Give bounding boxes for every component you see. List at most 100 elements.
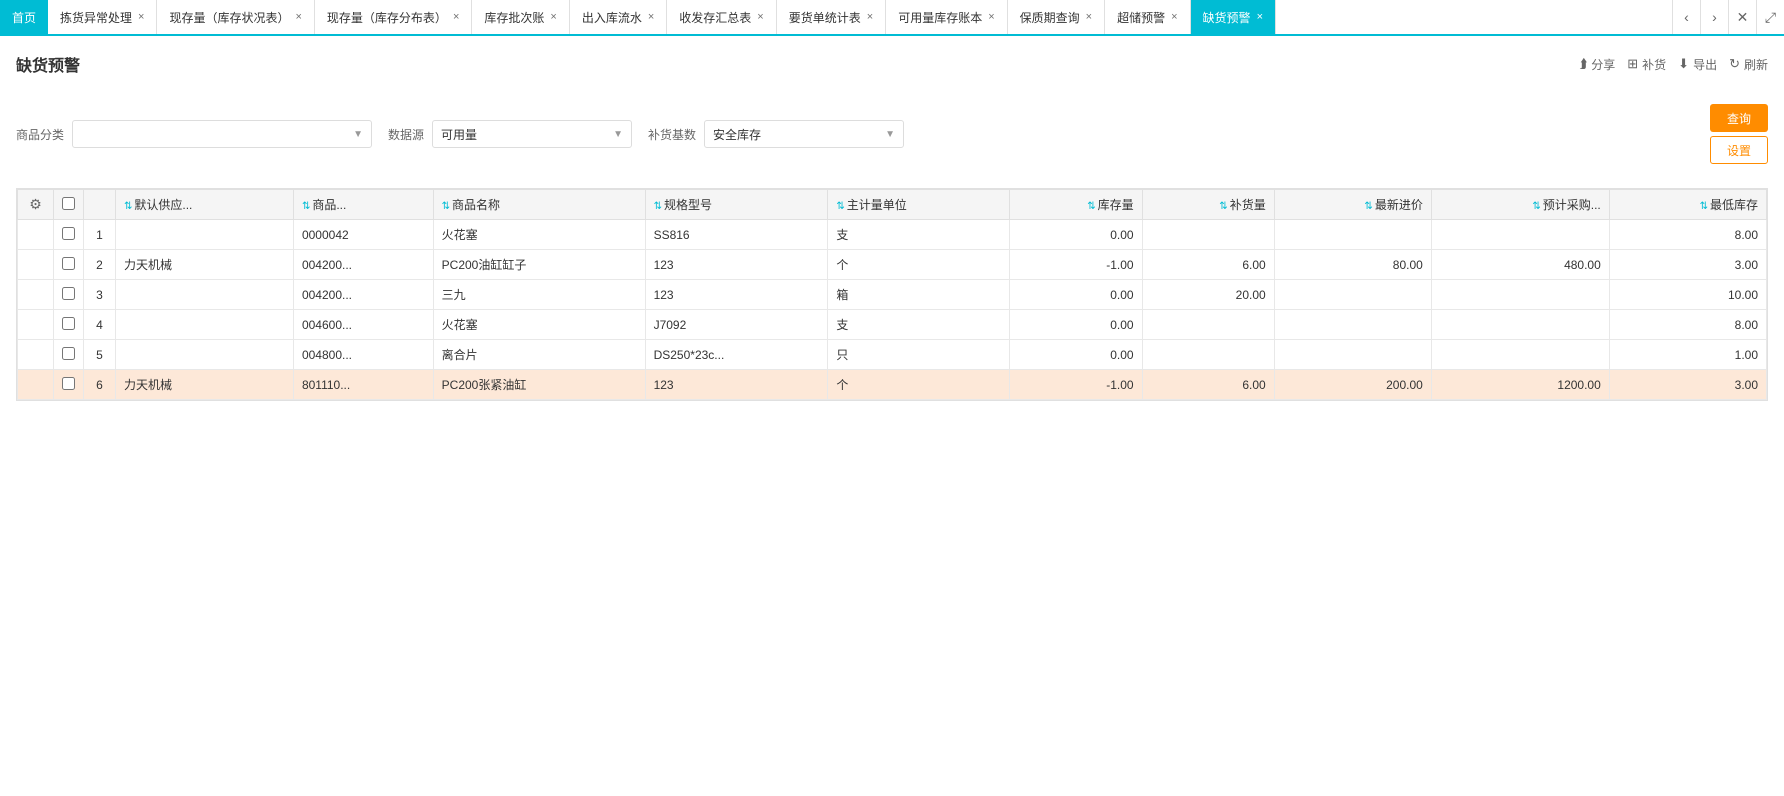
row-checkbox[interactable] — [62, 287, 75, 300]
col-sku[interactable]: ⇅商品... — [293, 190, 433, 220]
tab-close-abnormal[interactable]: × — [138, 11, 144, 23]
row-number-cell: 4 — [84, 310, 116, 340]
spec-cell: 123 — [645, 370, 828, 400]
col-gear[interactable]: ⚙ — [18, 190, 54, 220]
tab-close-order-stats[interactable]: × — [867, 11, 873, 23]
latest-price-cell — [1274, 340, 1431, 370]
scroll-right-arrow[interactable]: › — [1700, 0, 1728, 35]
share-icon: ⮭ — [1580, 56, 1588, 72]
stock-cell: 0.00 — [1010, 220, 1142, 250]
tab-close-receipt-summary[interactable]: × — [757, 11, 763, 23]
share-button[interactable]: ⮭ 分享 — [1580, 56, 1616, 73]
col-min-stock[interactable]: ⇅最低库存 — [1609, 190, 1766, 220]
tab-close-inventory-dist[interactable]: × — [453, 11, 459, 23]
table-row: 2力天机械004200...PC200油缸缸子123个-1.006.0080.0… — [18, 250, 1767, 280]
nav-tab-abnormal[interactable]: 拣货异常处理× — [48, 0, 157, 35]
sku-cell: 004600... — [293, 310, 433, 340]
page-header: 缺货预警 ⮭ 分享 ⊞ 补货 ⬇ 导出 ↻ 刷新 — [16, 52, 1768, 76]
row-checkbox-cell[interactable] — [54, 340, 84, 370]
data-table: ⚙ ⇅默认供应... ⇅商品... ⇅商品名称 ⇅规格型号 ⇅主计量单位 ⇅库存… — [17, 189, 1767, 400]
export-button[interactable]: ⬇ 导出 — [1678, 56, 1717, 73]
col-unit[interactable]: ⇅主计量单位 — [828, 190, 1010, 220]
category-label: 商品分类 — [16, 126, 64, 143]
nav-tab-inventory-status[interactable]: 现存量（库存状况表）× — [157, 0, 314, 35]
replenish-button[interactable]: ⊞ 补货 — [1627, 56, 1666, 73]
row-checkbox-cell[interactable] — [54, 370, 84, 400]
row-checkbox[interactable] — [62, 317, 75, 330]
col-spec[interactable]: ⇅规格型号 — [645, 190, 828, 220]
min-stock-cell: 3.00 — [1609, 370, 1766, 400]
export-icon: ⬇ — [1678, 56, 1689, 72]
replenish-selected-value: 安全库存 — [713, 126, 881, 143]
col-supplier[interactable]: ⇅默认供应... — [116, 190, 294, 220]
gear-cell — [18, 370, 54, 400]
category-select[interactable]: ▼ — [72, 120, 372, 148]
nav-tab-batch-account[interactable]: 库存批次账× — [472, 0, 569, 35]
sku-cell: 004200... — [293, 250, 433, 280]
tab-close-expiry-query[interactable]: × — [1086, 11, 1092, 23]
scroll-left-arrow[interactable]: ‹ — [1672, 0, 1700, 35]
est-purchase-cell: 480.00 — [1431, 250, 1609, 280]
col-est-purchase[interactable]: ⇅预计采购... — [1431, 190, 1609, 220]
row-checkbox[interactable] — [62, 377, 75, 390]
gear-settings-button[interactable]: ⚙ — [29, 196, 42, 213]
row-number-cell: 2 — [84, 250, 116, 280]
col-stock[interactable]: ⇅库存量 — [1010, 190, 1142, 220]
settings-button[interactable]: 设置 — [1710, 136, 1768, 164]
nav-tab-inout-flow[interactable]: 出入库流水× — [570, 0, 667, 35]
category-chevron-icon: ▼ — [353, 129, 363, 140]
query-button[interactable]: 查询 — [1710, 104, 1768, 132]
filter-bar: 商品分类 ▼ 数据源 可用量 ▼ 补货基数 安全库存 ▼ 查询 设置 — [16, 92, 1768, 176]
unit-cell: 支 — [828, 310, 1010, 340]
stock-cell: -1.00 — [1010, 370, 1142, 400]
tab-close-inout-flow[interactable]: × — [648, 11, 654, 23]
latest-price-cell: 200.00 — [1274, 370, 1431, 400]
table-row: 6力天机械801110...PC200张紧油缸123个-1.006.00200.… — [18, 370, 1767, 400]
nav-tabs: 首页拣货异常处理×现存量（库存状况表）×现存量（库存分布表）×库存批次账×出入库… — [0, 0, 1784, 36]
row-checkbox-cell[interactable] — [54, 220, 84, 250]
nav-tab-overstock[interactable]: 超储预警× — [1105, 0, 1190, 35]
row-checkbox-cell[interactable] — [54, 250, 84, 280]
nav-tab-order-stats[interactable]: 要货单统计表× — [777, 0, 886, 35]
sku-cell: 0000042 — [293, 220, 433, 250]
tab-close-batch-account[interactable]: × — [550, 11, 556, 23]
nav-tab-inventory-dist[interactable]: 现存量（库存分布表）× — [315, 0, 472, 35]
supplier-cell — [116, 280, 294, 310]
table-header-row: ⚙ ⇅默认供应... ⇅商品... ⇅商品名称 ⇅规格型号 ⇅主计量单位 ⇅库存… — [18, 190, 1767, 220]
replenish-cell: 6.00 — [1142, 370, 1274, 400]
datasource-select[interactable]: 可用量 ▼ — [432, 120, 632, 148]
row-checkbox[interactable] — [62, 257, 75, 270]
col-replenish[interactable]: ⇅补货量 — [1142, 190, 1274, 220]
est-purchase-cell — [1431, 310, 1609, 340]
tab-close-inventory-status[interactable]: × — [295, 11, 301, 23]
stock-cell: 0.00 — [1010, 280, 1142, 310]
expand-arrow[interactable]: ⤢ — [1756, 0, 1784, 35]
tab-close-overstock[interactable]: × — [1171, 11, 1177, 23]
nav-tab-shortage[interactable]: 缺货预警× — [1191, 0, 1276, 35]
row-checkbox[interactable] — [62, 227, 75, 240]
page-content: 缺货预警 ⮭ 分享 ⊞ 补货 ⬇ 导出 ↻ 刷新 商品分类 — [0, 36, 1784, 796]
refresh-button[interactable]: ↻ 刷新 — [1729, 56, 1768, 73]
min-stock-cell: 3.00 — [1609, 250, 1766, 280]
nav-tab-home[interactable]: 首页 — [0, 0, 48, 35]
replenish-select[interactable]: 安全库存 ▼ — [704, 120, 904, 148]
name-cell: PC200张紧油缸 — [433, 370, 645, 400]
tab-close-shortage[interactable]: × — [1257, 11, 1263, 23]
row-checkbox-cell[interactable] — [54, 310, 84, 340]
supplier-cell — [116, 310, 294, 340]
col-name[interactable]: ⇅商品名称 — [433, 190, 645, 220]
est-purchase-cell — [1431, 220, 1609, 250]
row-checkbox[interactable] — [62, 347, 75, 360]
close-tab-arrow[interactable]: ✕ — [1728, 0, 1756, 35]
nav-tab-expiry-query[interactable]: 保质期查询× — [1008, 0, 1105, 35]
tab-close-available-ledger[interactable]: × — [988, 11, 994, 23]
datasource-filter-group: 数据源 可用量 ▼ — [388, 120, 632, 148]
unit-cell: 箱 — [828, 280, 1010, 310]
nav-arrows: ‹ › ✕ ⤢ — [1672, 0, 1784, 35]
nav-tab-available-ledger[interactable]: 可用量库存账本× — [886, 0, 1007, 35]
col-latest-price[interactable]: ⇅最新进价 — [1274, 190, 1431, 220]
nav-tab-receipt-summary[interactable]: 收发存汇总表× — [667, 0, 776, 35]
header-actions: ⮭ 分享 ⊞ 补货 ⬇ 导出 ↻ 刷新 — [1580, 56, 1768, 73]
select-all-checkbox[interactable] — [62, 197, 75, 210]
row-checkbox-cell[interactable] — [54, 280, 84, 310]
